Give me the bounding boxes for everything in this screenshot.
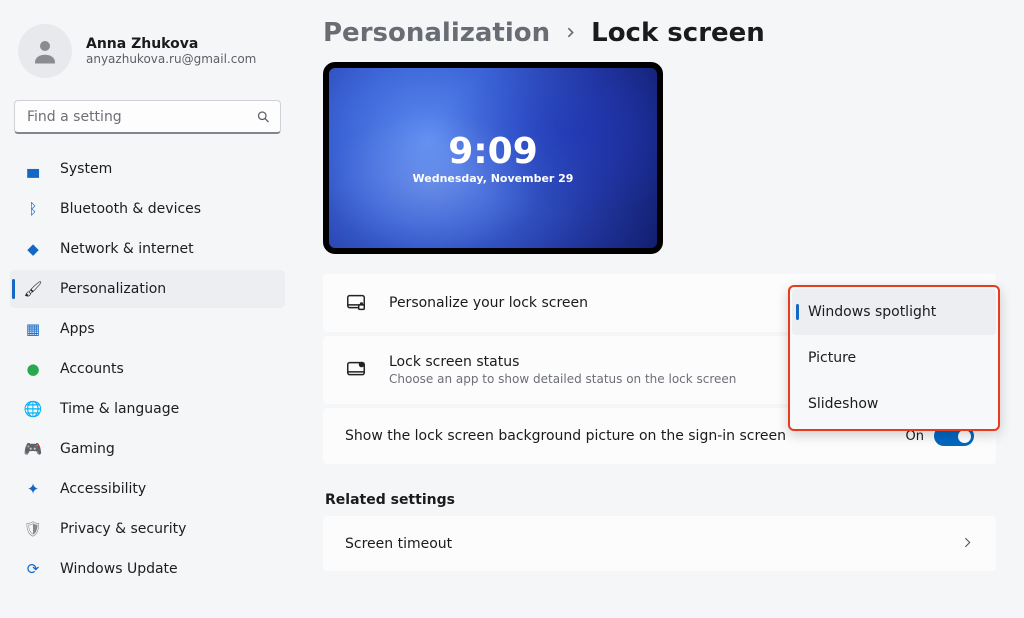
dropdown-option-label: Slideshow (808, 396, 878, 412)
gaming-icon: 🎮 (24, 440, 42, 458)
main-content: Personalization Lock screen 9:09 Wednesd… (295, 0, 1024, 618)
dropdown-option-label: Picture (808, 350, 856, 366)
update-icon: ⟳ (24, 560, 42, 578)
globe-icon: 🌐 (24, 400, 42, 418)
toggle-row-title: Show the lock screen background picture … (345, 428, 786, 444)
sidebar-item-personalization[interactable]: 🖌 Personalization (10, 270, 285, 308)
dropdown-option-slideshow[interactable]: Slideshow (792, 381, 996, 427)
sidebar-item-gaming[interactable]: 🎮 Gaming (10, 430, 285, 468)
wifi-icon: ◆ (24, 240, 42, 258)
sidebar-item-privacy[interactable]: 🛡 Privacy & security (10, 510, 285, 548)
bluetooth-icon: ᛒ (24, 200, 42, 218)
sidebar-item-system[interactable]: ▄ System (10, 150, 285, 188)
preview-date: Wednesday, November 29 (413, 172, 574, 185)
profile-block[interactable]: Anna Zhukova anyazhukova.ru@gmail.com (10, 12, 285, 96)
sidebar-item-time-language[interactable]: 🌐 Time & language (10, 390, 285, 428)
card-subtitle: Choose an app to show detailed status on… (389, 372, 736, 386)
sidebar-item-accessibility[interactable]: ✦ Accessibility (10, 470, 285, 508)
preview-time: 9:09 (448, 131, 538, 172)
sidebar-item-label: Privacy & security (60, 521, 186, 537)
sidebar-item-apps[interactable]: ▦ Apps (10, 310, 285, 348)
dropdown-option-spotlight[interactable]: Windows spotlight (792, 289, 996, 335)
dropdown-option-picture[interactable]: Picture (792, 335, 996, 381)
user-icon (30, 36, 60, 66)
profile-email: anyazhukova.ru@gmail.com (86, 52, 256, 66)
profile-name: Anna Zhukova (86, 36, 256, 52)
sidebar-item-label: Time & language (60, 401, 179, 417)
accounts-icon: ● (24, 360, 42, 378)
sidebar-item-windows-update[interactable]: ⟳ Windows Update (10, 550, 285, 588)
nav: ▄ System ᛒ Bluetooth & devices ◆ Network… (10, 150, 285, 588)
monitor-lock-icon (345, 292, 367, 314)
sidebar-item-label: Gaming (60, 441, 115, 457)
sidebar-item-network[interactable]: ◆ Network & internet (10, 230, 285, 268)
sidebar-item-bluetooth[interactable]: ᛒ Bluetooth & devices (10, 190, 285, 228)
chevron-right-icon (961, 534, 974, 553)
lockscreen-preview: 9:09 Wednesday, November 29 (323, 62, 663, 254)
sidebar-item-label: Accounts (60, 361, 124, 377)
avatar (18, 24, 72, 78)
screen-timeout-row[interactable]: Screen timeout (323, 516, 996, 571)
sidebar-item-label: Apps (60, 321, 95, 337)
sidebar-item-label: System (60, 161, 112, 177)
card-title: Personalize your lock screen (389, 295, 588, 311)
card-title: Screen timeout (345, 536, 452, 552)
accessibility-icon: ✦ (24, 480, 42, 498)
sidebar: Anna Zhukova anyazhukova.ru@gmail.com ▄ … (0, 0, 295, 618)
page-title: Lock screen (591, 18, 765, 48)
personalize-dropdown[interactable]: Windows spotlight Picture Slideshow (788, 285, 1000, 431)
card-title: Lock screen status (389, 354, 736, 370)
sidebar-item-label: Personalization (60, 281, 166, 297)
sidebar-item-label: Bluetooth & devices (60, 201, 201, 217)
breadcrumb-parent[interactable]: Personalization (323, 18, 550, 48)
sidebar-item-label: Accessibility (60, 481, 146, 497)
search-input[interactable] (14, 100, 281, 134)
apps-icon: ▦ (24, 320, 42, 338)
sidebar-item-accounts[interactable]: ● Accounts (10, 350, 285, 388)
sidebar-item-label: Windows Update (60, 561, 178, 577)
shield-icon: 🛡 (24, 520, 42, 538)
dropdown-option-label: Windows spotlight (808, 304, 936, 320)
monitor-status-icon (345, 359, 367, 381)
sidebar-item-label: Network & internet (60, 241, 194, 257)
search-icon (256, 110, 271, 125)
system-icon: ▄ (24, 160, 42, 178)
breadcrumb: Personalization Lock screen (323, 18, 996, 48)
chevron-right-icon (564, 24, 577, 43)
paintbrush-icon: 🖌 (24, 280, 42, 298)
related-settings-header: Related settings (325, 492, 996, 508)
search-container (14, 100, 281, 134)
